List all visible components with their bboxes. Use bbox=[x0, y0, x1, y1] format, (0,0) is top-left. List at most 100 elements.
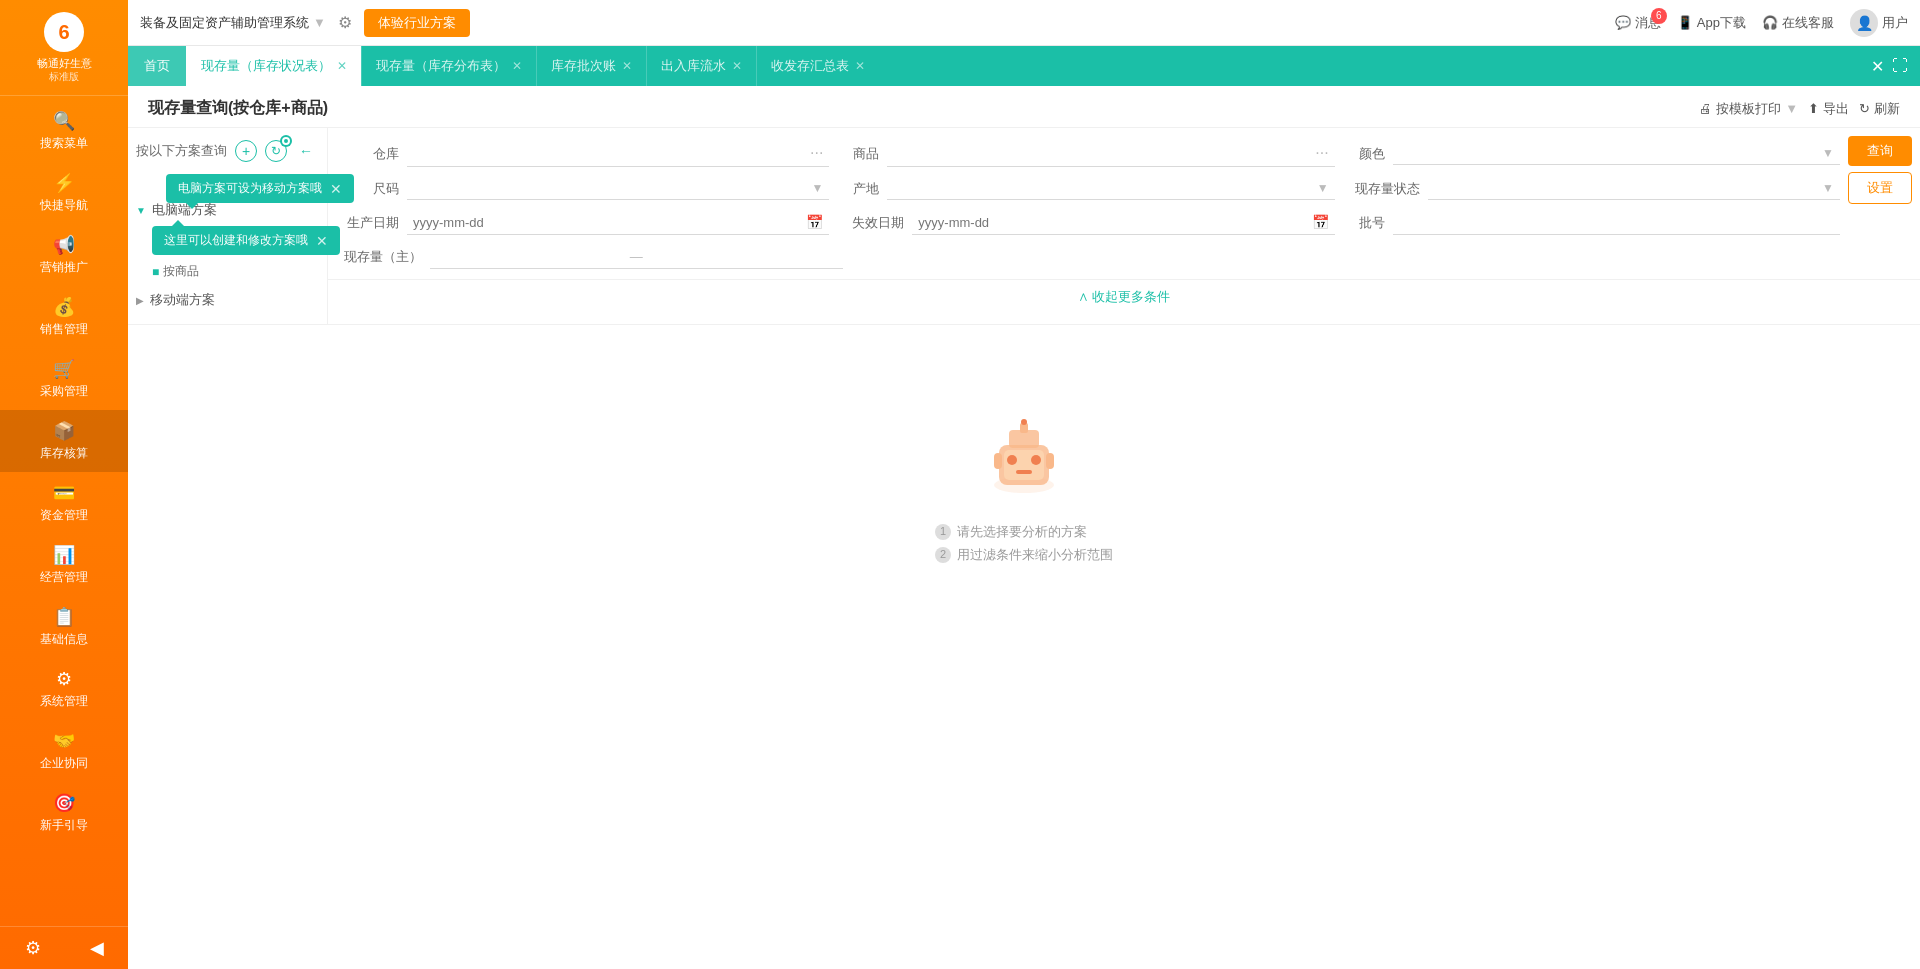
online-support-item[interactable]: 🎧 在线客服 bbox=[1762, 14, 1834, 32]
template-print-btn[interactable]: 🖨 按模板打印 ▼ bbox=[1699, 100, 1798, 118]
message-item[interactable]: 💬 消息 6 bbox=[1615, 14, 1661, 32]
sidebar-item-6[interactable]: 💳资金管理 bbox=[0, 472, 128, 534]
sidebar-item-9[interactable]: ⚙系统管理 bbox=[0, 658, 128, 720]
warehouse-select[interactable]: ··· bbox=[407, 140, 829, 167]
tab-batch[interactable]: 库存批次账 ✕ bbox=[536, 46, 646, 86]
tab-flow[interactable]: 出入库流水 ✕ bbox=[646, 46, 756, 86]
industry-btn[interactable]: 体验行业方案 bbox=[364, 9, 470, 37]
logo-icon: 6 bbox=[44, 12, 84, 52]
tab-close-icon[interactable]: ✕ bbox=[337, 59, 347, 73]
sidebar-item-0[interactable]: 🔍搜索菜单 bbox=[0, 100, 128, 162]
tab-expand-icon[interactable]: ⛶ bbox=[1892, 57, 1908, 75]
stock-main-field: 现存量（主） — bbox=[344, 245, 843, 269]
tab-close-icon[interactable]: ✕ bbox=[512, 59, 522, 73]
sidebar-item-8[interactable]: 📋基础信息 bbox=[0, 596, 128, 658]
collapse-icon: ∧ bbox=[1078, 289, 1089, 304]
tab-stock-distribution[interactable]: 现存量（库存分布表） ✕ bbox=[361, 46, 536, 86]
tab-close-all-icon[interactable]: ✕ bbox=[1871, 57, 1884, 76]
tooltip-close-2[interactable]: ✕ bbox=[316, 233, 328, 249]
nav-label-0: 搜索菜单 bbox=[40, 135, 88, 152]
refresh-btn[interactable]: ↻ 刷新 bbox=[1859, 100, 1900, 118]
refresh-scheme-btn[interactable]: ↻ bbox=[265, 140, 287, 162]
origin-label: 产地 bbox=[849, 180, 879, 198]
tab-summary[interactable]: 收发存汇总表 ✕ bbox=[756, 46, 879, 86]
goods-dots[interactable]: ··· bbox=[1315, 144, 1328, 162]
sidebar-item-3[interactable]: 💰销售管理 bbox=[0, 286, 128, 348]
tab-close-icon[interactable]: ✕ bbox=[622, 59, 632, 73]
expire-date-calendar-icon[interactable]: 📅 bbox=[1312, 214, 1329, 230]
nav-icon-10: 🤝 bbox=[53, 730, 75, 752]
empty-tip-2: 2 用过滤条件来缩小分析范围 bbox=[935, 543, 1113, 566]
origin-select[interactable]: ▼ bbox=[887, 177, 1334, 200]
settings-icon[interactable]: ⚙ bbox=[25, 937, 41, 959]
sidebar-item-4[interactable]: 🛒采购管理 bbox=[0, 348, 128, 410]
stock-status-label: 现存量状态 bbox=[1355, 180, 1420, 198]
search-btn-group: 查询 设置 bbox=[1848, 136, 1912, 204]
stock-main-label: 现存量（主） bbox=[344, 248, 422, 266]
logo-text: 畅通好生意 标准版 bbox=[37, 56, 92, 83]
collapse-bar[interactable]: ∧ 收起更多条件 bbox=[328, 279, 1920, 314]
export-icon: ⬆ bbox=[1808, 101, 1819, 116]
expire-date-input[interactable] bbox=[918, 215, 1311, 230]
scheme-panel: 按以下方案查询 + ↻ ← 电脑方案可设为移动方案哦 ✕ bbox=[128, 128, 328, 324]
user-item[interactable]: 👤 用户 bbox=[1850, 9, 1908, 37]
export-btn[interactable]: ⬆ 导出 bbox=[1808, 100, 1849, 118]
nav-label-10: 企业协同 bbox=[40, 755, 88, 772]
sidebar-item-10[interactable]: 🤝 企业协同 bbox=[0, 720, 128, 782]
tip-num-1: 1 bbox=[935, 524, 951, 540]
tab-close-icon[interactable]: ✕ bbox=[732, 59, 742, 73]
empty-illustration bbox=[974, 405, 1074, 505]
collapse-icon[interactable]: ◀ bbox=[90, 937, 104, 959]
tooltip-close-1[interactable]: ✕ bbox=[330, 181, 342, 197]
stock-main-input[interactable] bbox=[436, 249, 626, 264]
produce-date-input[interactable] bbox=[413, 215, 806, 230]
scheme-item-mobile[interactable]: ▶ 移动端方案 bbox=[136, 288, 319, 312]
scheme-sub-item: ■ 按商品 bbox=[136, 263, 319, 280]
warehouse-label: 仓库 bbox=[344, 145, 399, 163]
message-badge: 6 bbox=[1651, 8, 1667, 24]
stock-main-input-wrapper: — bbox=[430, 245, 843, 269]
filter-fields: 仓库 ··· 商品 ··· bbox=[328, 128, 1920, 324]
produce-date-label: 生产日期 bbox=[344, 214, 399, 232]
stock-main-input-end[interactable] bbox=[647, 249, 837, 264]
tab-home[interactable]: 首页 bbox=[128, 46, 186, 86]
batch-label: 批号 bbox=[1355, 214, 1385, 232]
page-actions: 🖨 按模板打印 ▼ ⬆ 导出 ↻ 刷新 bbox=[1699, 100, 1900, 118]
dropdown-arrow: ▼ bbox=[1785, 101, 1798, 116]
nav-icon-1: ⚡ bbox=[53, 172, 75, 194]
tab-label: 出入库流水 bbox=[661, 57, 726, 75]
sidebar-item-5[interactable]: 📦库存核算 bbox=[0, 410, 128, 472]
color-select[interactable]: ▼ bbox=[1393, 142, 1840, 165]
sidebar-item-7[interactable]: 📊经营管理 bbox=[0, 534, 128, 596]
color-arrow: ▼ bbox=[1822, 146, 1834, 160]
expire-date-input-wrapper: 📅 bbox=[912, 210, 1334, 235]
size-select[interactable]: ▼ bbox=[407, 177, 829, 200]
tab-stock-status[interactable]: 现存量（库存状况表） ✕ bbox=[186, 46, 361, 86]
nav-label-6: 资金管理 bbox=[40, 507, 88, 524]
app-download-item[interactable]: 📱 App下载 bbox=[1677, 14, 1746, 32]
tab-close-icon[interactable]: ✕ bbox=[855, 59, 865, 73]
goods-select[interactable]: ··· bbox=[887, 140, 1334, 167]
size-field: 尺码 ▼ bbox=[344, 177, 829, 200]
topbar-gear-icon[interactable]: ⚙ bbox=[338, 13, 352, 32]
produce-date-field: 生产日期 📅 bbox=[344, 210, 829, 235]
produce-date-calendar-icon[interactable]: 📅 bbox=[806, 214, 823, 230]
empty-tip-1: 1 请先选择要分析的方案 bbox=[935, 520, 1113, 543]
nav-label-8: 基础信息 bbox=[40, 631, 88, 648]
sidebar-item-2[interactable]: 📢营销推广 bbox=[0, 224, 128, 286]
warehouse-dots[interactable]: ··· bbox=[810, 144, 823, 162]
nav-icon-11: 🎯 bbox=[53, 792, 75, 814]
search-btn[interactable]: 查询 bbox=[1848, 136, 1912, 166]
stock-status-field: 现存量状态 ▼ bbox=[1355, 177, 1840, 200]
svg-point-10 bbox=[1021, 419, 1027, 425]
back-arrow-btn[interactable]: ← bbox=[295, 140, 317, 162]
goods-label: 商品 bbox=[849, 145, 879, 163]
sidebar-item-11[interactable]: 🎯新手引导 bbox=[0, 782, 128, 844]
batch-input[interactable] bbox=[1399, 215, 1834, 230]
svg-point-3 bbox=[1007, 455, 1017, 465]
sidebar-item-1[interactable]: ⚡快捷导航 bbox=[0, 162, 128, 224]
reset-btn[interactable]: 设置 bbox=[1848, 172, 1912, 204]
stock-status-select[interactable]: ▼ bbox=[1428, 177, 1840, 200]
add-scheme-btn[interactable]: + bbox=[235, 140, 257, 162]
stock-status-arrow: ▼ bbox=[1822, 181, 1834, 195]
